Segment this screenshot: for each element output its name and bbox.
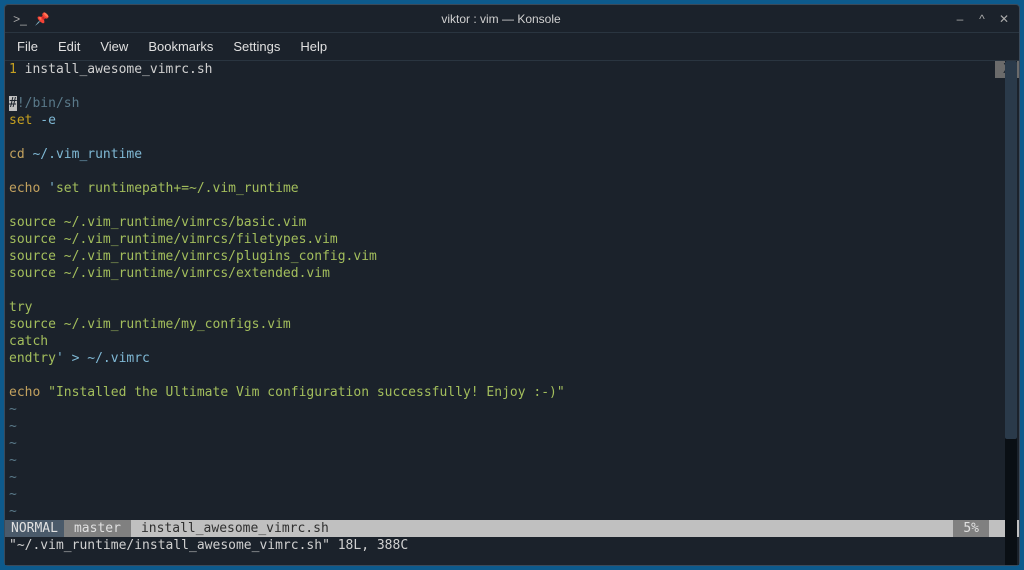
- menubar: File Edit View Bookmarks Settings Help: [5, 33, 1019, 61]
- scrollbar[interactable]: [1005, 61, 1017, 565]
- window-title: viktor : vim — Konsole: [49, 12, 953, 26]
- minimize-icon[interactable]: –: [953, 12, 967, 26]
- code-line: cd: [9, 147, 25, 162]
- code-line: try: [9, 300, 32, 315]
- code-line-blank: [9, 198, 17, 213]
- vim-cmdline[interactable]: "~/.vim_runtime/install_awesome_vimrc.sh…: [5, 537, 1019, 554]
- tilde-line: ~: [9, 402, 17, 417]
- tilde-line: ~: [9, 504, 17, 519]
- vim-statusline: NORMAL master install_awesome_vimrc.sh 5…: [5, 520, 1019, 537]
- tab-number: 1: [9, 62, 17, 77]
- code-line: catch: [9, 334, 48, 349]
- editor-content[interactable]: #!/bin/sh set -e cd ~/.vim_runtime echo …: [5, 78, 1019, 520]
- menu-bookmarks[interactable]: Bookmarks: [148, 39, 213, 54]
- status-percent: 5%: [953, 520, 989, 537]
- tilde-line: ~: [9, 470, 17, 485]
- cursor: #: [9, 96, 17, 111]
- terminal-area[interactable]: 1 install_awesome_vimrc.sh X #!/bin/sh s…: [5, 61, 1019, 565]
- tilde-line: ~: [9, 487, 17, 502]
- tabline-fill: [217, 61, 996, 78]
- code-line: ': [40, 181, 56, 196]
- tab-filename-text: install_awesome_vimrc.sh: [25, 62, 213, 77]
- vim-mode: NORMAL: [5, 520, 64, 537]
- close-icon[interactable]: ✕: [997, 12, 1011, 26]
- menu-settings[interactable]: Settings: [233, 39, 280, 54]
- code-line: ~/.vim_runtime: [25, 147, 142, 162]
- code-line: set runtimepath+=~/.vim_runtime: [56, 181, 299, 196]
- git-branch: master: [64, 520, 131, 537]
- menu-help[interactable]: Help: [300, 39, 327, 54]
- menu-view[interactable]: View: [100, 39, 128, 54]
- code-line: echo: [9, 181, 40, 196]
- titlebar[interactable]: >_ 📌 viktor : vim — Konsole – ^ ✕: [5, 5, 1019, 33]
- code-line: ' > ~/.vimrc: [56, 351, 150, 366]
- code-line-blank: [9, 283, 17, 298]
- terminal-prompt-icon[interactable]: >_: [13, 12, 27, 26]
- code-line: source ~/.vim_runtime/vimrcs/basic.vim: [9, 215, 306, 230]
- scrollbar-thumb[interactable]: [1005, 61, 1017, 439]
- code-line: -e: [32, 113, 55, 128]
- tilde-line: ~: [9, 419, 17, 434]
- code-line: source ~/.vim_runtime/my_configs.vim: [9, 317, 291, 332]
- tilde-line: ~: [9, 453, 17, 468]
- vim-tabline: 1 install_awesome_vimrc.sh X: [5, 61, 1019, 78]
- menu-edit[interactable]: Edit: [58, 39, 80, 54]
- code-line: !/bin/sh: [17, 96, 80, 111]
- tilde-line: ~: [9, 436, 17, 451]
- code-line: source ~/.vim_runtime/vimrcs/extended.vi…: [9, 266, 330, 281]
- code-line: source ~/.vim_runtime/vimrcs/plugins_con…: [9, 249, 377, 264]
- code-line-blank: [9, 164, 17, 179]
- code-line: "Installed the Ultimate Vim configuratio…: [40, 385, 564, 400]
- code-line: endtry: [9, 351, 56, 366]
- code-line: source ~/.vim_runtime/vimrcs/filetypes.v…: [9, 232, 338, 247]
- menu-file[interactable]: File: [17, 39, 38, 54]
- code-line: set: [9, 113, 32, 128]
- vim-tab-active[interactable]: 1 install_awesome_vimrc.sh: [5, 61, 217, 78]
- konsole-window: >_ 📌 viktor : vim — Konsole – ^ ✕ File E…: [4, 4, 1020, 566]
- code-line-blank: [9, 368, 17, 383]
- code-line: echo: [9, 385, 40, 400]
- pin-icon[interactable]: 📌: [35, 12, 49, 26]
- maximize-icon[interactable]: ^: [975, 12, 989, 26]
- status-filename: install_awesome_vimrc.sh: [131, 520, 339, 537]
- code-line-blank: [9, 130, 17, 145]
